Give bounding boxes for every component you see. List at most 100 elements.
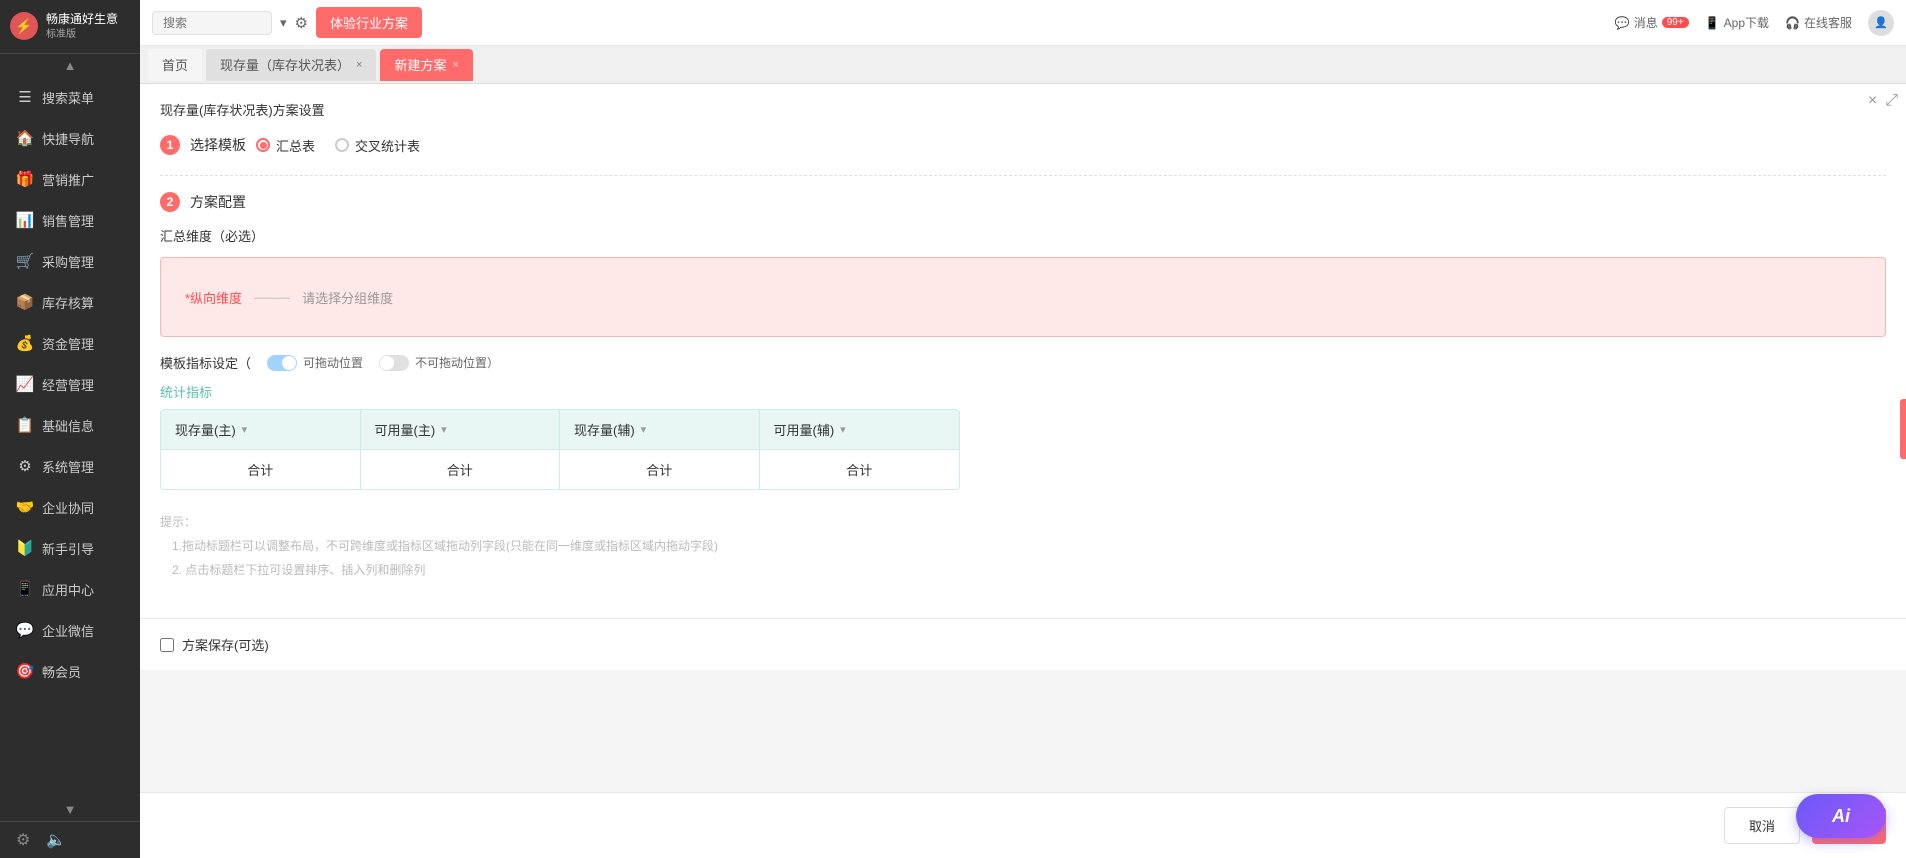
- topbar-dropdown-icon[interactable]: ▾: [280, 15, 287, 31]
- sidebar-item-marketing[interactable]: 🎁 营销推广: [0, 159, 140, 200]
- clipboard-icon: 📋: [16, 416, 34, 434]
- cell-1-4: 合计: [760, 450, 960, 489]
- search-menu-icon: ☰: [16, 88, 34, 106]
- scroll-up-icon[interactable]: ▲: [0, 54, 140, 77]
- tips-section: 提示： 1.拖动标题栏可以调整布局，不可跨维度或指标区域拖动列字段(只能在同一维…: [160, 510, 1886, 582]
- radio-cross-indicator: [335, 138, 349, 152]
- mobile-icon: 📱: [16, 580, 34, 598]
- section-template: 1 选择模板 汇总表 交叉统计表: [160, 135, 1886, 155]
- chart-icon: 📊: [16, 211, 34, 229]
- tab-inventory[interactable]: 现存量（库存状况表） ×: [206, 49, 376, 81]
- col4-chevron: ▾: [840, 423, 846, 436]
- speaker-icon[interactable]: 🔈: [46, 830, 66, 850]
- home-icon: 🏠: [16, 129, 34, 147]
- sidebar-item-label: 经营管理: [42, 375, 94, 394]
- scroll-down-icon[interactable]: ▼: [0, 798, 140, 821]
- draggable-toggle-switch: [267, 355, 297, 371]
- sidebar-item-label: 新手引导: [42, 539, 94, 558]
- section1-header: 1 选择模板 汇总表 交叉统计表: [160, 135, 1886, 155]
- sidebar-bottom: ⚙ 🔈: [0, 821, 140, 858]
- sidebar-item-search[interactable]: ☰ 搜索菜单: [0, 77, 140, 118]
- user-avatar[interactable]: 👤: [1868, 10, 1894, 36]
- save-label: 方案保存(可选): [182, 635, 269, 654]
- tip-1: 1.拖动标题栏可以调整布局，不可跨维度或指标区域拖动列字段(只能在同一维度或指标…: [160, 534, 1886, 558]
- tab-close-inventory[interactable]: ×: [356, 59, 362, 71]
- col1-chevron: ▾: [242, 423, 248, 436]
- col-header-4[interactable]: 可用量(辅) ▾: [760, 410, 960, 449]
- save-checkbox[interactable]: [160, 638, 174, 652]
- sidebar-item-sales[interactable]: 📊 销售管理: [0, 200, 140, 241]
- draggable-toggle[interactable]: 可拖动位置: [267, 354, 363, 371]
- radio-cross-label: 交叉统计表: [355, 136, 420, 155]
- trending-icon: 📈: [16, 375, 34, 393]
- tab-home[interactable]: 首页: [148, 49, 202, 81]
- col2-label: 可用量(主): [375, 420, 436, 439]
- tabbar: 首页 现存量（库存状况表） × 新建方案 ×: [140, 46, 1906, 84]
- customer-service-link[interactable]: 🎧 在线客服: [1785, 14, 1852, 31]
- sidebar-nav: ☰ 搜索菜单 🏠 快捷导航 🎁 营销推广 📊 销售管理 🛒 采购管理 📦 库存核…: [0, 77, 140, 798]
- sidebar-item-finance[interactable]: 💰 资金管理: [0, 323, 140, 364]
- right-edge-handle[interactable]: [1900, 399, 1906, 459]
- vertical-dim-required: *纵向维度: [185, 288, 242, 307]
- topbar: ▾ ⚙ 体验行业方案 💬 消息 99+ 📱 App下载 🎧 在线客服 👤: [140, 0, 1906, 46]
- sidebar-item-label: 企业协同: [42, 498, 94, 517]
- sidebar-item-inventory[interactable]: 📦 库存核算: [0, 282, 140, 323]
- sidebar-item-member[interactable]: 🎯 畅会员: [0, 651, 140, 692]
- stats-row-1: 合计 合计 合计 合计: [161, 449, 959, 489]
- tab-new-plan[interactable]: 新建方案 ×: [380, 49, 472, 81]
- summary-dimension-label: 汇总维度（必选）: [160, 226, 1886, 245]
- sidebar-item-label: 营销推广: [42, 170, 94, 189]
- close-btn[interactable]: ×: [1868, 92, 1877, 110]
- col4-label: 可用量(辅): [774, 420, 835, 439]
- cell-1-3: 合计: [560, 450, 760, 489]
- sidebar-item-basic[interactable]: 📋 基础信息: [0, 405, 140, 446]
- indicators-header: 模板指标设定（ 可拖动位置 不可拖动位置）: [160, 353, 1886, 372]
- col-header-2[interactable]: 可用量(主) ▾: [361, 410, 561, 449]
- message-area[interactable]: 💬 消息 99+: [1615, 14, 1689, 31]
- app-download-link[interactable]: 📱 App下载: [1705, 14, 1769, 31]
- section2-title: 方案配置: [190, 192, 246, 212]
- sidebar-item-quicknav[interactable]: 🏠 快捷导航: [0, 118, 140, 159]
- mobile-download-icon: 📱: [1705, 16, 1720, 30]
- sidebar-item-label: 应用中心: [42, 580, 94, 599]
- sidebar-item-appstore[interactable]: 📱 应用中心: [0, 569, 140, 610]
- radio-summary-label: 汇总表: [276, 136, 315, 155]
- sidebar-item-guide[interactable]: 🔰 新手引导: [0, 528, 140, 569]
- sidebar-item-operations[interactable]: 📈 经营管理: [0, 364, 140, 405]
- sidebar-item-label: 库存核算: [42, 293, 94, 312]
- wechat-icon: 💬: [16, 621, 34, 639]
- non-draggable-label: 不可拖动位置）: [415, 354, 499, 371]
- expand-btn[interactable]: ⤢: [1885, 92, 1898, 110]
- sidebar-item-purchase[interactable]: 🛒 采购管理: [0, 241, 140, 282]
- radio-summary-table[interactable]: 汇总表: [256, 136, 315, 155]
- draggable-label: 可拖动位置: [303, 354, 363, 371]
- sidebar-item-enterprise[interactable]: 🤝 企业协同: [0, 487, 140, 528]
- col-header-3[interactable]: 现存量(辅) ▾: [560, 410, 760, 449]
- sidebar-item-label: 销售管理: [42, 211, 94, 230]
- dimension-area[interactable]: *纵向维度 —— 请选择分组维度: [160, 257, 1886, 337]
- logo-icon: ⚡: [10, 12, 38, 40]
- sidebar-item-label: 基础信息: [42, 416, 94, 435]
- ai-float-button[interactable]: Ai: [1796, 794, 1886, 838]
- guide-icon: 🔰: [16, 539, 34, 557]
- sidebar-item-system[interactable]: ⚙ 系统管理: [0, 446, 140, 487]
- tab-close-new-plan[interactable]: ×: [452, 59, 458, 71]
- radio-cross-table[interactable]: 交叉统计表: [335, 136, 420, 155]
- box-icon: 📦: [16, 293, 34, 311]
- sidebar-item-wechat[interactable]: 💬 企业微信: [0, 610, 140, 651]
- col-header-1[interactable]: 现存量(主) ▾: [161, 410, 361, 449]
- settings-bottom-icon[interactable]: ⚙: [16, 830, 30, 850]
- section1-title: 选择模板: [190, 135, 246, 155]
- section2-num: 2: [160, 192, 180, 212]
- ai-label: Ai: [1832, 806, 1850, 827]
- col3-chevron: ▾: [641, 423, 647, 436]
- main-area: ▾ ⚙ 体验行业方案 💬 消息 99+ 📱 App下载 🎧 在线客服 👤 首页: [140, 0, 1906, 858]
- sidebar-item-label: 企业微信: [42, 621, 94, 640]
- customer-service-label: 在线客服: [1804, 14, 1852, 31]
- cell-1-2: 合计: [361, 450, 561, 489]
- search-input[interactable]: [152, 11, 272, 35]
- topbar-gear-icon[interactable]: ⚙: [295, 14, 308, 32]
- trial-btn[interactable]: 体验行业方案: [316, 7, 422, 38]
- cart-icon: 🛒: [16, 252, 34, 270]
- cancel-button[interactable]: 取消: [1724, 807, 1800, 844]
